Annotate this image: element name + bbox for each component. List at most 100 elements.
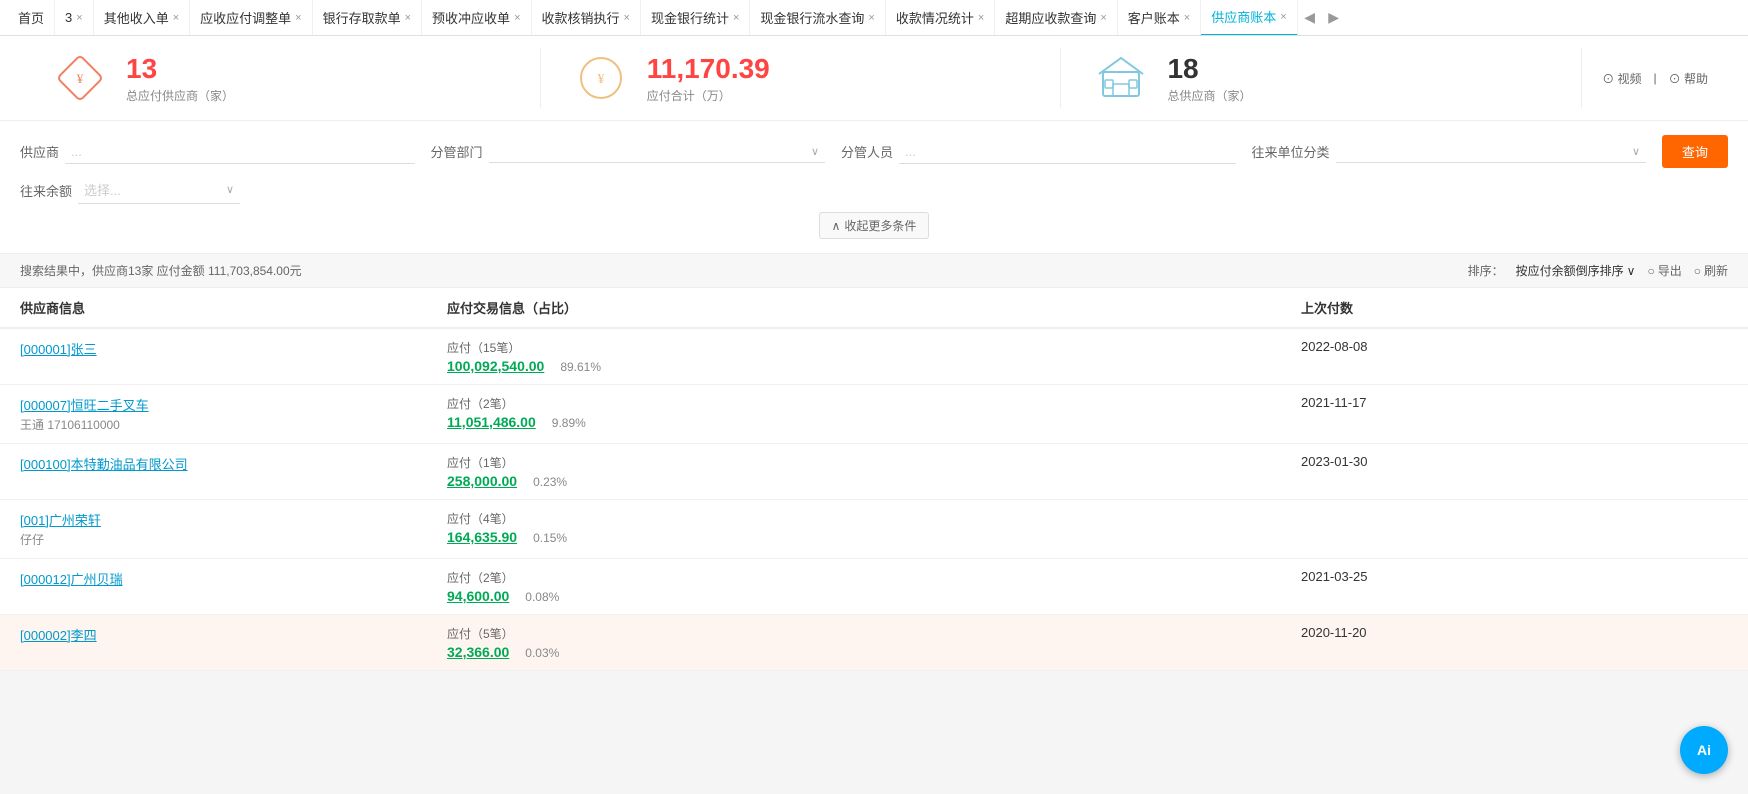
- filter-person-input[interactable]: [899, 140, 1235, 164]
- stat-item-total-suppliers: 18 总供应商（家）: [1061, 48, 1582, 108]
- nav-item-overdue-ar[interactable]: 超期应收款查询 ×: [995, 0, 1117, 36]
- nav-label-prepay: 预收冲应收单: [432, 8, 510, 27]
- filter-balance-select[interactable]: 选择... ∨: [78, 176, 240, 204]
- trans-pct-5: 0.03%: [525, 646, 559, 660]
- result-bar: 搜索结果中，供应商13家 应付金额 111,703,854.00元 排序： 按应…: [0, 254, 1748, 288]
- last-pay-date-1: 2021-11-17: [1301, 395, 1367, 410]
- nav-close-3[interactable]: ×: [76, 12, 82, 24]
- table-row: [000012]广州贝瑞 应付（2笔） 94,600.00 0.08% 2021…: [0, 559, 1748, 615]
- filter-area: 供应商 分管部门 ∨ 分管人员 往来单位分类 ∨ 查询 往来余额 选择: [0, 121, 1748, 254]
- filter-category-select[interactable]: ∨: [1336, 141, 1646, 163]
- trans-amount-5[interactable]: 32,366.00: [447, 644, 509, 660]
- nav-close-payment-exec[interactable]: ×: [624, 12, 630, 24]
- supplier-sub-3: 仔仔: [20, 531, 447, 548]
- help-link[interactable]: ⊙ 帮助: [1669, 70, 1708, 87]
- trans-info-4: 应付（2笔） 94,600.00 0.08%: [447, 569, 1301, 604]
- nav-item-cash-bank-flow[interactable]: 现金银行流水查询 ×: [750, 0, 885, 36]
- nav-item-supplier-ledger[interactable]: 供应商账本 ×: [1201, 0, 1297, 36]
- refresh-button[interactable]: ○ 刷新: [1694, 262, 1728, 279]
- nav-label-overdue-ar: 超期应收款查询: [1005, 8, 1096, 27]
- nav-close-other-income[interactable]: ×: [173, 12, 179, 24]
- supplier-link-5[interactable]: [000002]李四: [20, 628, 97, 643]
- supplier-info-0: [000001]张三: [20, 339, 447, 374]
- trans-label-1: 应付（2笔）: [447, 395, 1301, 412]
- top-right-links: ⊙ 视频 | ⊙ 帮助: [1582, 70, 1728, 87]
- filter-row-1: 供应商 分管部门 ∨ 分管人员 往来单位分类 ∨ 查询: [20, 135, 1728, 168]
- nav-item-payment-exec[interactable]: 收款核销执行 ×: [532, 0, 641, 36]
- filter-row-2: 往来余额 选择... ∨: [20, 176, 1728, 204]
- separator: |: [1654, 71, 1657, 85]
- trans-label-5: 应付（5笔）: [447, 625, 1301, 642]
- supplier-info-4: [000012]广州贝瑞: [20, 569, 447, 604]
- nav-close-overdue-ar[interactable]: ×: [1100, 12, 1106, 24]
- nav-item-ar-ap-adjust[interactable]: 应收应付调整单 ×: [190, 0, 312, 36]
- nav-close-customer-ledger[interactable]: ×: [1184, 12, 1190, 24]
- video-link[interactable]: ⊙ 视频: [1602, 70, 1641, 87]
- filter-dept-select[interactable]: ∨: [489, 141, 825, 163]
- search-button[interactable]: 查询: [1662, 135, 1728, 168]
- trans-pct-3: 0.15%: [533, 531, 567, 545]
- trans-info-5: 应付（5笔） 32,366.00 0.03%: [447, 625, 1301, 660]
- supplier-link-0[interactable]: [000001]张三: [20, 342, 97, 357]
- trans-amount-3[interactable]: 164,635.90: [447, 529, 517, 545]
- nav-prev-arrow[interactable]: ◀: [1298, 0, 1322, 36]
- col-header-last-pay: 上次付数: [1301, 298, 1728, 317]
- filter-supplier-input[interactable]: [65, 140, 414, 164]
- stat-label-suppliers-payable: 总应付供应商（家）: [126, 87, 234, 104]
- ai-button[interactable]: Ai: [1680, 726, 1728, 774]
- nav-close-ar-ap-adjust[interactable]: ×: [295, 12, 301, 24]
- nav-close-bank-deposit[interactable]: ×: [405, 12, 411, 24]
- supplier-link-3[interactable]: [001]广州荣轩: [20, 513, 101, 528]
- export-button[interactable]: ○ 导出: [1647, 262, 1681, 279]
- stats-bar: ¥ 13 总应付供应商（家） ¥ 11,170.39 应付合计（万）: [0, 36, 1748, 121]
- filter-category: 往来单位分类 ∨: [1252, 141, 1647, 163]
- filter-dept-label: 分管部门: [431, 142, 483, 161]
- table-row: [000002]李四 应付（5笔） 32,366.00 0.03% 2020-1…: [0, 615, 1748, 671]
- ai-label: Ai: [1697, 742, 1711, 758]
- nav-item-payment-stat[interactable]: 收款情况统计 ×: [886, 0, 995, 36]
- collapse-icon: ∧: [832, 219, 841, 233]
- nav-item-other-income[interactable]: 其他收入单 ×: [94, 0, 190, 36]
- supplier-link-2[interactable]: [000100]本特勤油品有限公司: [20, 457, 188, 472]
- table-row: [000007]恒旺二手叉车 王通 17106110000 应付（2笔） 11,…: [0, 385, 1748, 444]
- nav-close-supplier-ledger[interactable]: ×: [1280, 11, 1286, 23]
- filter-person: 分管人员: [841, 140, 1236, 164]
- last-pay-date-0: 2022-08-08: [1301, 339, 1368, 354]
- nav-item-bank-deposit[interactable]: 银行存取款单 ×: [313, 0, 422, 36]
- supplier-link-4[interactable]: [000012]广州贝瑞: [20, 572, 123, 587]
- nav-item-3[interactable]: 3 ×: [55, 0, 94, 36]
- last-pay-2: 2023-01-30: [1301, 454, 1728, 489]
- svg-text:¥: ¥: [597, 72, 604, 87]
- trans-amount-0[interactable]: 100,092,540.00: [447, 358, 544, 374]
- nav-close-prepay[interactable]: ×: [514, 12, 520, 24]
- top-navigation: 首页 3 × 其他收入单 × 应收应付调整单 × 银行存取款单 × 预收冲应收单…: [0, 0, 1748, 36]
- supplier-link-1[interactable]: [000007]恒旺二手叉车: [20, 398, 149, 413]
- table-row: [000100]本特勤油品有限公司 应付（1笔） 258,000.00 0.23…: [0, 444, 1748, 500]
- trans-amount-2[interactable]: 258,000.00: [447, 473, 517, 489]
- trans-info-3: 应付（4笔） 164,635.90 0.15%: [447, 510, 1301, 548]
- supplier-info-1: [000007]恒旺二手叉车 王通 17106110000: [20, 395, 447, 433]
- sort-select[interactable]: 按应付余额倒序排序 ∨: [1516, 262, 1636, 279]
- col-header-trans: 应付交易信息（占比）: [447, 298, 1301, 317]
- nav-item-cash-bank-stat[interactable]: 现金银行统计 ×: [641, 0, 750, 36]
- stat-text-total-suppliers: 18 总供应商（家）: [1167, 52, 1251, 105]
- trans-row-4: 94,600.00 0.08%: [447, 588, 1301, 604]
- nav-close-payment-stat[interactable]: ×: [978, 12, 984, 24]
- trans-pct-4: 0.08%: [525, 590, 559, 604]
- nav-close-cash-bank-stat[interactable]: ×: [733, 12, 739, 24]
- collapse-button[interactable]: ∧ 收起更多条件: [819, 212, 930, 239]
- table-row: [000001]张三 应付（15笔） 100,092,540.00 89.61%…: [0, 329, 1748, 385]
- nav-item-prepay[interactable]: 预收冲应收单 ×: [422, 0, 531, 36]
- nav-item-customer-ledger[interactable]: 客户账本 ×: [1118, 0, 1201, 36]
- nav-item-home[interactable]: 首页: [8, 0, 55, 36]
- stat-item-suppliers-payable: ¥ 13 总应付供应商（家）: [20, 48, 541, 108]
- nav-next-arrow[interactable]: ▶: [1322, 0, 1346, 36]
- supplier-info-3: [001]广州荣轩 仔仔: [20, 510, 447, 548]
- nav-close-cash-bank-flow[interactable]: ×: [868, 12, 874, 24]
- last-pay-5: 2020-11-20: [1301, 625, 1728, 660]
- trans-amount-1[interactable]: 11,051,486.00: [447, 414, 536, 430]
- supplier-info-2: [000100]本特勤油品有限公司: [20, 454, 447, 489]
- filter-supplier-label: 供应商: [20, 142, 59, 161]
- last-pay-0: 2022-08-08: [1301, 339, 1728, 374]
- trans-amount-4[interactable]: 94,600.00: [447, 588, 509, 604]
